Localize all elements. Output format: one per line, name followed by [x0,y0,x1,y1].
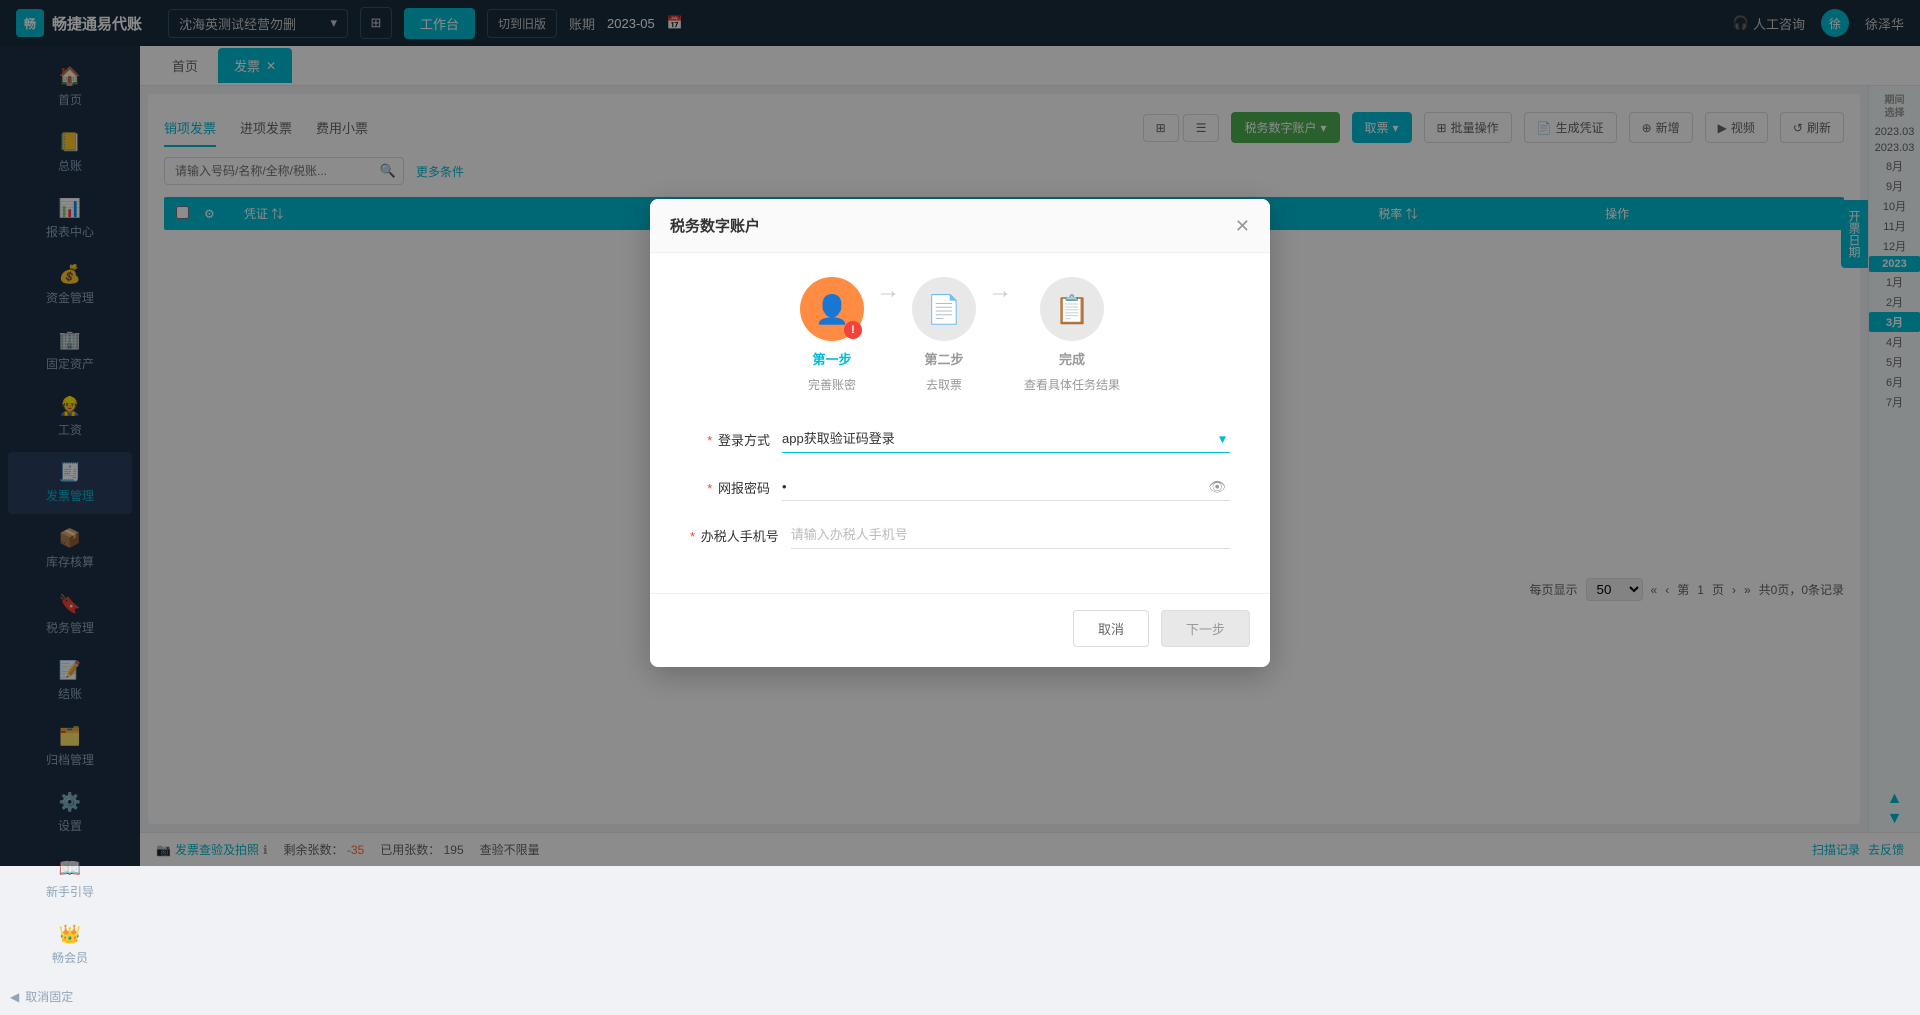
phone-input-wrap [791,521,1230,549]
modal-close-btn[interactable]: ✕ [1235,217,1250,235]
cancel-button[interactable]: 取消 [1073,610,1149,647]
modal-header: 税务数字账户 ✕ [650,199,1270,253]
vip-icon: 👑 [59,924,81,945]
pin-icon: ◀ [10,990,19,1004]
eye-icon[interactable]: 👁 [1208,478,1226,495]
step-1: 👤 ! 第一步 完善账密 [800,277,864,393]
password-label: * 网报密码 [690,478,770,497]
sidebar-item-label-vip: 畅会员 [52,949,88,966]
step-2-icon-wrap: 📄 [912,277,976,341]
step-arrow-2: → [976,277,1024,341]
phone-label: * 办税人手机号 [690,526,779,545]
step-1-icon-wrap: 👤 ! [800,277,864,341]
sidebar-cancel-pin[interactable]: ◀ 取消固定 [0,978,140,1015]
login-method-label: * 登录方式 [690,430,770,449]
step-3-icon-wrap: 📋 [1040,277,1104,341]
modal-body: 👤 ! 第一步 完善账密 → 📄 第二步 去取票 → [650,253,1270,593]
login-method-select-wrap: app获取验证码登录 账号密码登录 ▾ [782,425,1230,453]
phone-input[interactable] [791,521,1230,548]
form-field-password: * 网报密码 👁 [690,473,1230,501]
step-1-desc: 完善账密 [808,376,856,393]
password-input[interactable] [782,473,1230,500]
sidebar-item-label-guide: 新手引导 [46,883,94,900]
required-star-phone: * [690,529,695,544]
step-2-label: 第二步 [924,349,963,368]
form-field-login-method: * 登录方式 app获取验证码登录 账号密码登录 ▾ [690,425,1230,453]
required-star-login: * [707,433,712,448]
modal-footer: 取消 下一步 [650,593,1270,667]
step-2-desc: 去取票 [926,376,962,393]
modal-overlay[interactable]: 税务数字账户 ✕ 👤 ! 第一步 完善账密 → [0,0,1920,866]
form-field-phone: * 办税人手机号 [690,521,1230,549]
step-3-label: 完成 [1059,349,1085,368]
sidebar-item-vip[interactable]: 👑 畅会员 [8,914,132,976]
next-button[interactable]: 下一步 [1161,610,1250,647]
password-input-wrap: 👁 [782,473,1230,501]
required-star-password: * [707,481,712,496]
step-2: 📄 第二步 去取票 [912,277,976,393]
step-1-icon: 👤 [815,293,850,326]
step-3-icon: 📋 [1055,293,1090,326]
step-3: 📋 完成 查看具体任务结果 [1024,277,1120,393]
step-3-desc: 查看具体任务结果 [1024,376,1120,393]
step-1-badge: ! [844,321,862,339]
step-2-icon: 📄 [927,293,962,326]
modal-title: 税务数字账户 [670,215,760,236]
login-method-select[interactable]: app获取验证码登录 账号密码登录 [782,425,1230,453]
step-1-label: 第一步 [812,349,851,368]
modal-dialog: 税务数字账户 ✕ 👤 ! 第一步 完善账密 → [650,199,1270,667]
steps-row: 👤 ! 第一步 完善账密 → 📄 第二步 去取票 → [690,277,1230,393]
step-arrow-1: → [864,277,912,341]
